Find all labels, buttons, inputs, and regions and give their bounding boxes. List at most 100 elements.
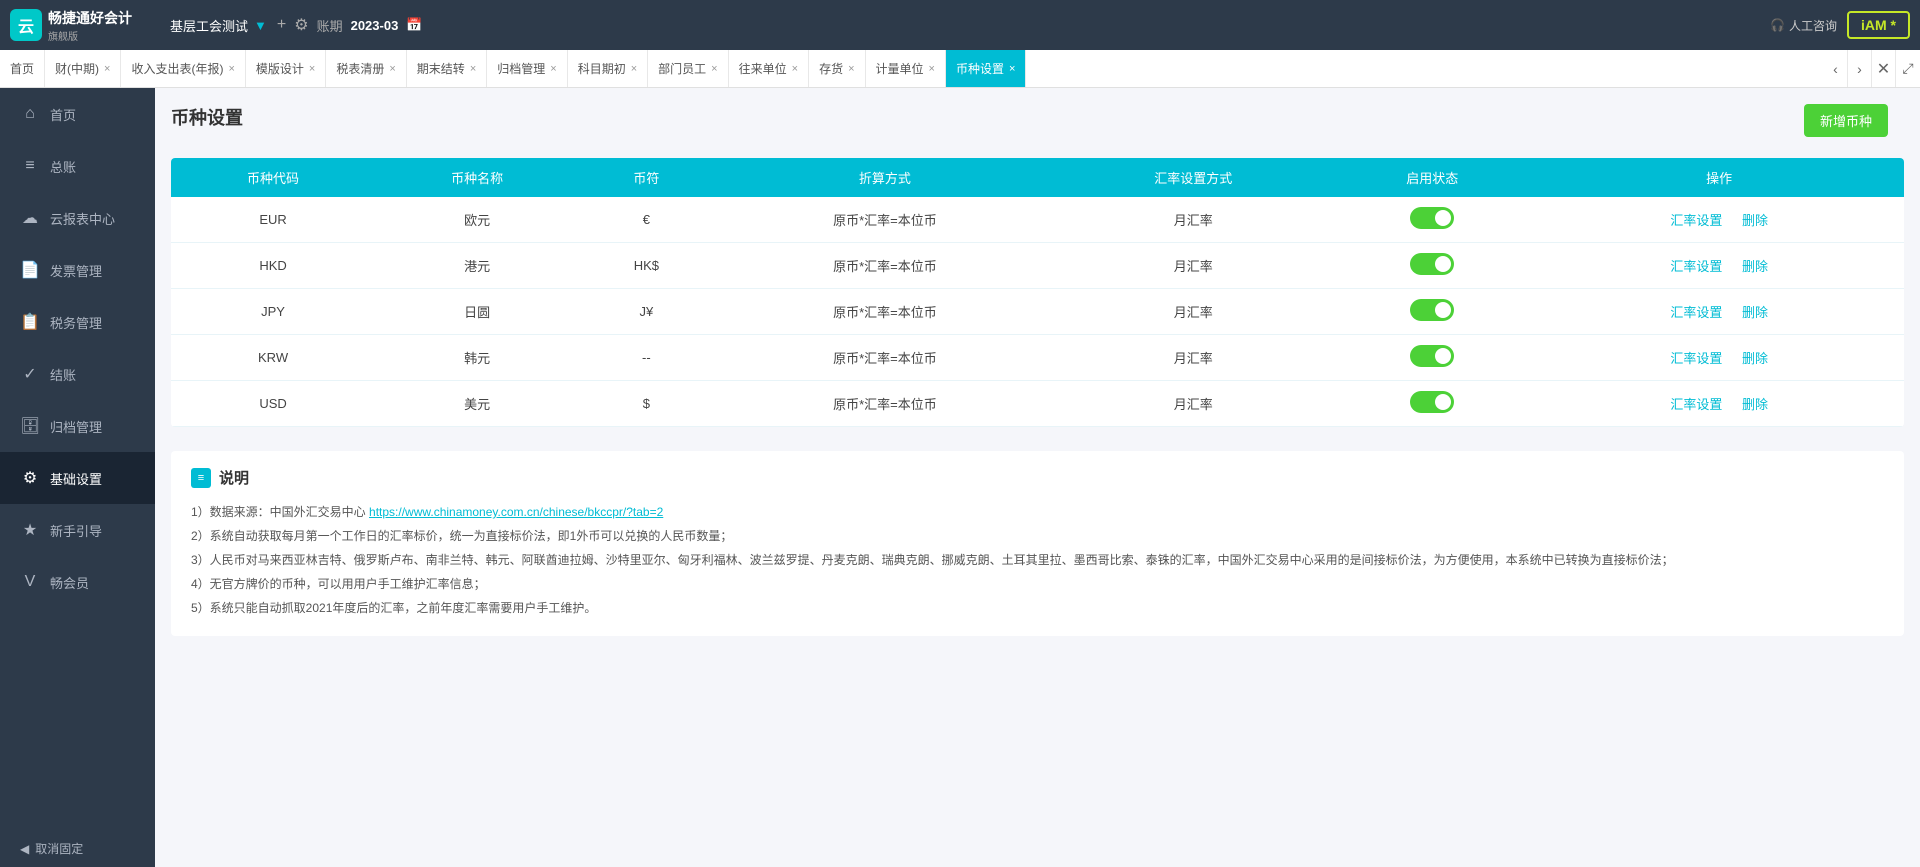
cell-action-3: 汇率设置 删除 xyxy=(1534,335,1904,381)
sidebar-label-guide: 新手引导 xyxy=(50,521,102,540)
sidebar-item-report[interactable]: ☁ 云报表中心 xyxy=(0,192,155,244)
calendar-icon[interactable]: 📅 xyxy=(406,17,422,33)
tab-label: 部门员工 xyxy=(658,60,706,77)
tab-item-8[interactable]: 部门员工 × xyxy=(648,50,728,88)
delete-link-0[interactable]: 删除 xyxy=(1742,213,1768,228)
cell-1-0: HKD xyxy=(171,243,375,289)
notes-link[interactable]: https://www.chinamoney.com.cn/chinese/bk… xyxy=(369,505,663,519)
sidebar-item-checkout[interactable]: ✓ 结账 xyxy=(0,348,155,400)
tabs-container: 首页财(中期)×收入支出表(年报)×模版设计×税表清册×期末结转×归档管理×科目… xyxy=(0,50,1824,88)
toggle-enabled-4[interactable] xyxy=(1410,391,1454,413)
sidebar-item-member[interactable]: V 畅会员 xyxy=(0,556,155,608)
tab-item-3[interactable]: 模版设计 × xyxy=(246,50,326,88)
sidebar-item-tax[interactable]: 📋 税务管理 xyxy=(0,296,155,348)
tab-label: 收入支出表(年报) xyxy=(131,60,223,77)
sidebar-item-invoice[interactable]: 📄 发票管理 xyxy=(0,244,155,296)
cell-2-0: JPY xyxy=(171,289,375,335)
delete-link-3[interactable]: 删除 xyxy=(1742,351,1768,366)
notes-title-text: 说明 xyxy=(219,467,249,488)
sidebar-item-archive[interactable]: 🗄 归档管理 xyxy=(0,400,155,452)
cell-toggle-1 xyxy=(1330,243,1534,289)
rate-settings-link-3[interactable]: 汇率设置 xyxy=(1670,351,1722,366)
tab-label: 币种设置 xyxy=(956,60,1004,77)
cell-0-0: EUR xyxy=(171,197,375,243)
tab-item-7[interactable]: 科目期初 × xyxy=(568,50,648,88)
company-dropdown-icon[interactable]: ▼ xyxy=(254,18,267,33)
tab-close-btn-9[interactable]: × xyxy=(792,63,798,75)
cell-1-4: 月汇率 xyxy=(1056,243,1330,289)
delete-link-4[interactable]: 删除 xyxy=(1742,397,1768,412)
sidebar-item-home[interactable]: ⌂ 首页 xyxy=(0,88,155,140)
delete-link-2[interactable]: 删除 xyxy=(1742,305,1768,320)
tab-item-5[interactable]: 期末结转× xyxy=(407,50,487,88)
help-button[interactable]: 🎧 人工咨询 xyxy=(1770,17,1837,34)
settings-button[interactable]: ⚙ xyxy=(294,15,308,35)
note-item-3: 4）无官方牌价的币种，可以用用户手工维护汇率信息； xyxy=(191,572,1884,596)
tab-close-btn-8[interactable]: × xyxy=(711,63,717,75)
iam-button[interactable]: iAM * xyxy=(1847,11,1910,39)
delete-link-1[interactable]: 删除 xyxy=(1742,259,1768,274)
tab-label: 归档管理 xyxy=(497,60,545,77)
cell-toggle-2 xyxy=(1330,289,1534,335)
tab-item-1[interactable]: 财(中期)× xyxy=(45,50,121,88)
tab-expand-button[interactable]: ⤢ xyxy=(1896,50,1920,88)
header-right: 🎧 人工咨询 iAM * xyxy=(1770,11,1910,39)
sidebar-label-settings: 基础设置 xyxy=(50,469,102,488)
col-header-1: 币种名称 xyxy=(375,158,579,197)
new-currency-button[interactable]: 新增币种 xyxy=(1804,104,1888,137)
tab-item-4[interactable]: 税表清册 × xyxy=(326,50,406,88)
sidebar-label-tax: 税务管理 xyxy=(50,313,102,332)
logo-text: 畅捷通好会计 xyxy=(48,8,132,28)
sidebar-label-home: 首页 xyxy=(50,105,76,124)
sidebar-label-checkout: 结账 xyxy=(50,365,76,384)
tab-item-0[interactable]: 首页 xyxy=(0,50,45,88)
note-item-1: 2）系统自动获取每月第一个工作日的汇率标价，统一为直接标价法，即1外币可以兑换的… xyxy=(191,524,1884,548)
tab-close-btn-6[interactable]: × xyxy=(550,63,556,75)
sidebar-label-report: 云报表中心 xyxy=(50,209,115,228)
cell-3-3: 原币*汇率=本位币 xyxy=(714,335,1057,381)
sidebar-item-settings[interactable]: ⚙ 基础设置 xyxy=(0,452,155,504)
toggle-enabled-2[interactable] xyxy=(1410,299,1454,321)
sidebar-item-guide[interactable]: ★ 新手引导 xyxy=(0,504,155,556)
tab-item-11[interactable]: 计量单位 × xyxy=(866,50,946,88)
tab-label: 模版设计 xyxy=(256,60,304,77)
tab-close-btn-11[interactable]: × xyxy=(929,63,935,75)
tab-item-2[interactable]: 收入支出表(年报) × xyxy=(121,50,245,88)
tab-label: 计量单位 xyxy=(876,60,924,77)
sidebar-pin-button[interactable]: ◀ 取消固定 xyxy=(0,830,155,867)
tab-prev-button[interactable]: ‹ xyxy=(1824,50,1848,88)
period-value: 2023-03 xyxy=(351,18,399,33)
tab-close-btn-7[interactable]: × xyxy=(631,63,637,75)
sidebar-label-invoice: 发票管理 xyxy=(50,261,102,280)
table-row: USD美元$原币*汇率=本位币月汇率 汇率设置 删除 xyxy=(171,381,1904,427)
rate-settings-link-0[interactable]: 汇率设置 xyxy=(1670,213,1722,228)
cell-action-0: 汇率设置 删除 xyxy=(1534,197,1904,243)
tab-label: 税表清册 xyxy=(336,60,384,77)
tab-close-btn-3[interactable]: × xyxy=(309,63,315,75)
tab-close-btn-2[interactable]: × xyxy=(228,63,234,75)
tab-item-9[interactable]: 往来单位× xyxy=(729,50,809,88)
cell-1-1: 港元 xyxy=(375,243,579,289)
tab-close-btn-12[interactable]: × xyxy=(1009,63,1015,75)
tab-close-btn-1[interactable]: × xyxy=(104,63,110,75)
rate-settings-link-2[interactable]: 汇率设置 xyxy=(1670,305,1722,320)
add-tab-button[interactable]: + xyxy=(277,16,286,34)
company-selector[interactable]: 基层工会测试 ▼ xyxy=(170,16,267,35)
tab-close-btn-4[interactable]: × xyxy=(389,63,395,75)
toggle-enabled-1[interactable] xyxy=(1410,253,1454,275)
tab-close-all-button[interactable]: ✕ xyxy=(1872,50,1896,88)
sidebar-item-ledger[interactable]: ≡ 总账 xyxy=(0,140,155,192)
tab-label: 科目期初 xyxy=(578,60,626,77)
tab-item-6[interactable]: 归档管理 × xyxy=(487,50,567,88)
toggle-enabled-3[interactable] xyxy=(1410,345,1454,367)
tab-close-btn-10[interactable]: × xyxy=(848,63,854,75)
tab-item-12[interactable]: 币种设置 × xyxy=(946,50,1026,88)
rate-settings-link-1[interactable]: 汇率设置 xyxy=(1670,259,1722,274)
toggle-enabled-0[interactable] xyxy=(1410,207,1454,229)
col-header-5: 启用状态 xyxy=(1330,158,1534,197)
rate-settings-link-4[interactable]: 汇率设置 xyxy=(1670,397,1722,412)
cell-3-2: -- xyxy=(579,335,713,381)
tab-item-10[interactable]: 存货× xyxy=(809,50,865,88)
tab-close-btn-5[interactable]: × xyxy=(470,63,476,75)
tab-next-button[interactable]: › xyxy=(1848,50,1872,88)
